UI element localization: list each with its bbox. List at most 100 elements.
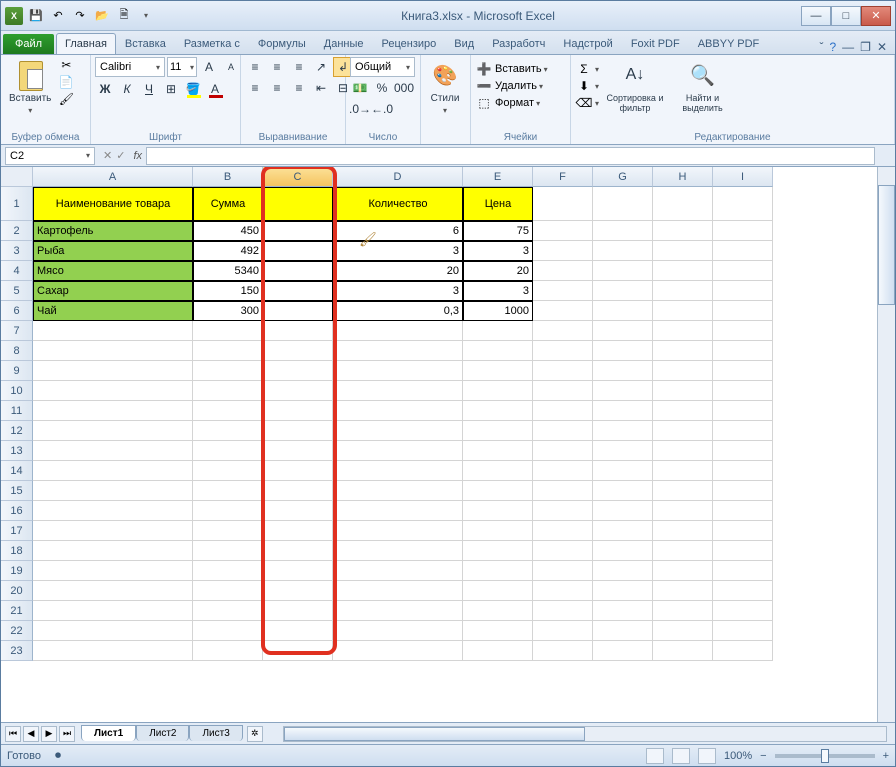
copy-icon[interactable]: 📄 xyxy=(57,74,75,90)
cell-I6[interactable] xyxy=(713,301,773,321)
cell-C16[interactable] xyxy=(263,501,333,521)
sheet-tab-0[interactable]: Лист1 xyxy=(81,725,136,741)
fx-icon[interactable]: fx xyxy=(129,150,146,162)
cell-D9[interactable] xyxy=(333,361,463,381)
col-header-I[interactable]: I xyxy=(713,167,773,187)
font-name-combo[interactable]: Calibri▾ xyxy=(95,57,165,77)
cell-E4[interactable]: 20 xyxy=(463,261,533,281)
cell-H13[interactable] xyxy=(653,441,713,461)
cell-A5[interactable]: Сахар xyxy=(33,281,193,301)
cell-A19[interactable] xyxy=(33,561,193,581)
row-header-21[interactable]: 21 xyxy=(1,601,33,621)
cell-F13[interactable] xyxy=(533,441,593,461)
select-all-corner[interactable] xyxy=(1,167,33,187)
row-header-7[interactable]: 7 xyxy=(1,321,33,341)
cell-H2[interactable] xyxy=(653,221,713,241)
ribbon-tab-8[interactable]: Надстрой xyxy=(554,33,621,54)
minimize-ribbon-icon[interactable]: ˇ xyxy=(819,40,823,54)
cell-C17[interactable] xyxy=(263,521,333,541)
cell-I5[interactable] xyxy=(713,281,773,301)
cell-B7[interactable] xyxy=(193,321,263,341)
align-left-icon[interactable]: ≡ xyxy=(245,78,265,98)
cell-A18[interactable] xyxy=(33,541,193,561)
cell-C23[interactable] xyxy=(263,641,333,661)
cell-H7[interactable] xyxy=(653,321,713,341)
col-header-G[interactable]: G xyxy=(593,167,653,187)
doc-minimize-icon[interactable]: — xyxy=(842,40,854,54)
maximize-button[interactable]: □ xyxy=(831,6,861,26)
autosum-icon[interactable]: Σ▾ xyxy=(575,61,599,77)
cell-I12[interactable] xyxy=(713,421,773,441)
cell-D16[interactable] xyxy=(333,501,463,521)
cell-G22[interactable] xyxy=(593,621,653,641)
align-middle-icon[interactable]: ≡ xyxy=(267,57,287,77)
cell-H17[interactable] xyxy=(653,521,713,541)
cell-A22[interactable] xyxy=(33,621,193,641)
sheet-nav-prev-icon[interactable]: ◀ xyxy=(23,726,39,742)
cell-D13[interactable] xyxy=(333,441,463,461)
row-header-17[interactable]: 17 xyxy=(1,521,33,541)
help-icon[interactable]: ? xyxy=(829,40,836,54)
cell-I3[interactable] xyxy=(713,241,773,261)
cell-B11[interactable] xyxy=(193,401,263,421)
format-painter-icon[interactable]: 🖌 xyxy=(57,91,75,107)
cell-D10[interactable] xyxy=(333,381,463,401)
cell-B9[interactable] xyxy=(193,361,263,381)
cell-I21[interactable] xyxy=(713,601,773,621)
cell-B10[interactable] xyxy=(193,381,263,401)
cell-F1[interactable] xyxy=(533,187,593,221)
cell-D4[interactable]: 20 xyxy=(333,261,463,281)
qat-more-icon[interactable]: ▾ xyxy=(137,7,155,25)
cell-F9[interactable] xyxy=(533,361,593,381)
cell-D3[interactable]: 3 xyxy=(333,241,463,261)
cell-E22[interactable] xyxy=(463,621,533,641)
border-button-icon[interactable]: ⊞ xyxy=(161,79,181,99)
sheet-tab-2[interactable]: Лист3 xyxy=(189,725,242,741)
cell-D2[interactable]: 6 xyxy=(333,221,463,241)
row-header-22[interactable]: 22 xyxy=(1,621,33,641)
cell-A1[interactable]: Наименование товара xyxy=(33,187,193,221)
cell-A16[interactable] xyxy=(33,501,193,521)
paste-button[interactable]: Вставить ▾ xyxy=(5,57,55,117)
cell-I9[interactable] xyxy=(713,361,773,381)
cell-D14[interactable] xyxy=(333,461,463,481)
cell-B2[interactable]: 450 xyxy=(193,221,263,241)
underline-button[interactable]: Ч xyxy=(139,79,159,99)
cell-G17[interactable] xyxy=(593,521,653,541)
cell-H10[interactable] xyxy=(653,381,713,401)
cell-B6[interactable]: 300 xyxy=(193,301,263,321)
col-header-C[interactable]: C xyxy=(263,167,333,187)
cancel-icon[interactable]: ✕ xyxy=(103,149,112,162)
orientation-icon[interactable]: ↗ xyxy=(311,57,331,77)
cell-B12[interactable] xyxy=(193,421,263,441)
cell-E14[interactable] xyxy=(463,461,533,481)
row-header-16[interactable]: 16 xyxy=(1,501,33,521)
cell-I13[interactable] xyxy=(713,441,773,461)
cell-H14[interactable] xyxy=(653,461,713,481)
cell-G16[interactable] xyxy=(593,501,653,521)
cell-G15[interactable] xyxy=(593,481,653,501)
sort-filter-button[interactable]: A↓ Сортировка и фильтр xyxy=(601,57,669,115)
cell-E2[interactable]: 75 xyxy=(463,221,533,241)
cell-A23[interactable] xyxy=(33,641,193,661)
horizontal-scrollbar[interactable] xyxy=(283,726,887,742)
cell-H8[interactable] xyxy=(653,341,713,361)
cell-F16[interactable] xyxy=(533,501,593,521)
ribbon-tab-6[interactable]: Вид xyxy=(445,33,483,54)
cell-B22[interactable] xyxy=(193,621,263,641)
cell-F17[interactable] xyxy=(533,521,593,541)
sheet-nav-last-icon[interactable]: ⏭ xyxy=(59,726,75,742)
cell-F14[interactable] xyxy=(533,461,593,481)
cell-F23[interactable] xyxy=(533,641,593,661)
cell-B23[interactable] xyxy=(193,641,263,661)
ribbon-tab-5[interactable]: Рецензиро xyxy=(373,33,446,54)
macro-record-icon[interactable]: ⏺ xyxy=(49,748,67,764)
cell-A7[interactable] xyxy=(33,321,193,341)
cell-H5[interactable] xyxy=(653,281,713,301)
cell-D20[interactable] xyxy=(333,581,463,601)
cell-G23[interactable] xyxy=(593,641,653,661)
file-tab[interactable]: Файл xyxy=(3,34,54,54)
vertical-scrollbar[interactable] xyxy=(877,167,895,722)
cell-H15[interactable] xyxy=(653,481,713,501)
cell-A9[interactable] xyxy=(33,361,193,381)
